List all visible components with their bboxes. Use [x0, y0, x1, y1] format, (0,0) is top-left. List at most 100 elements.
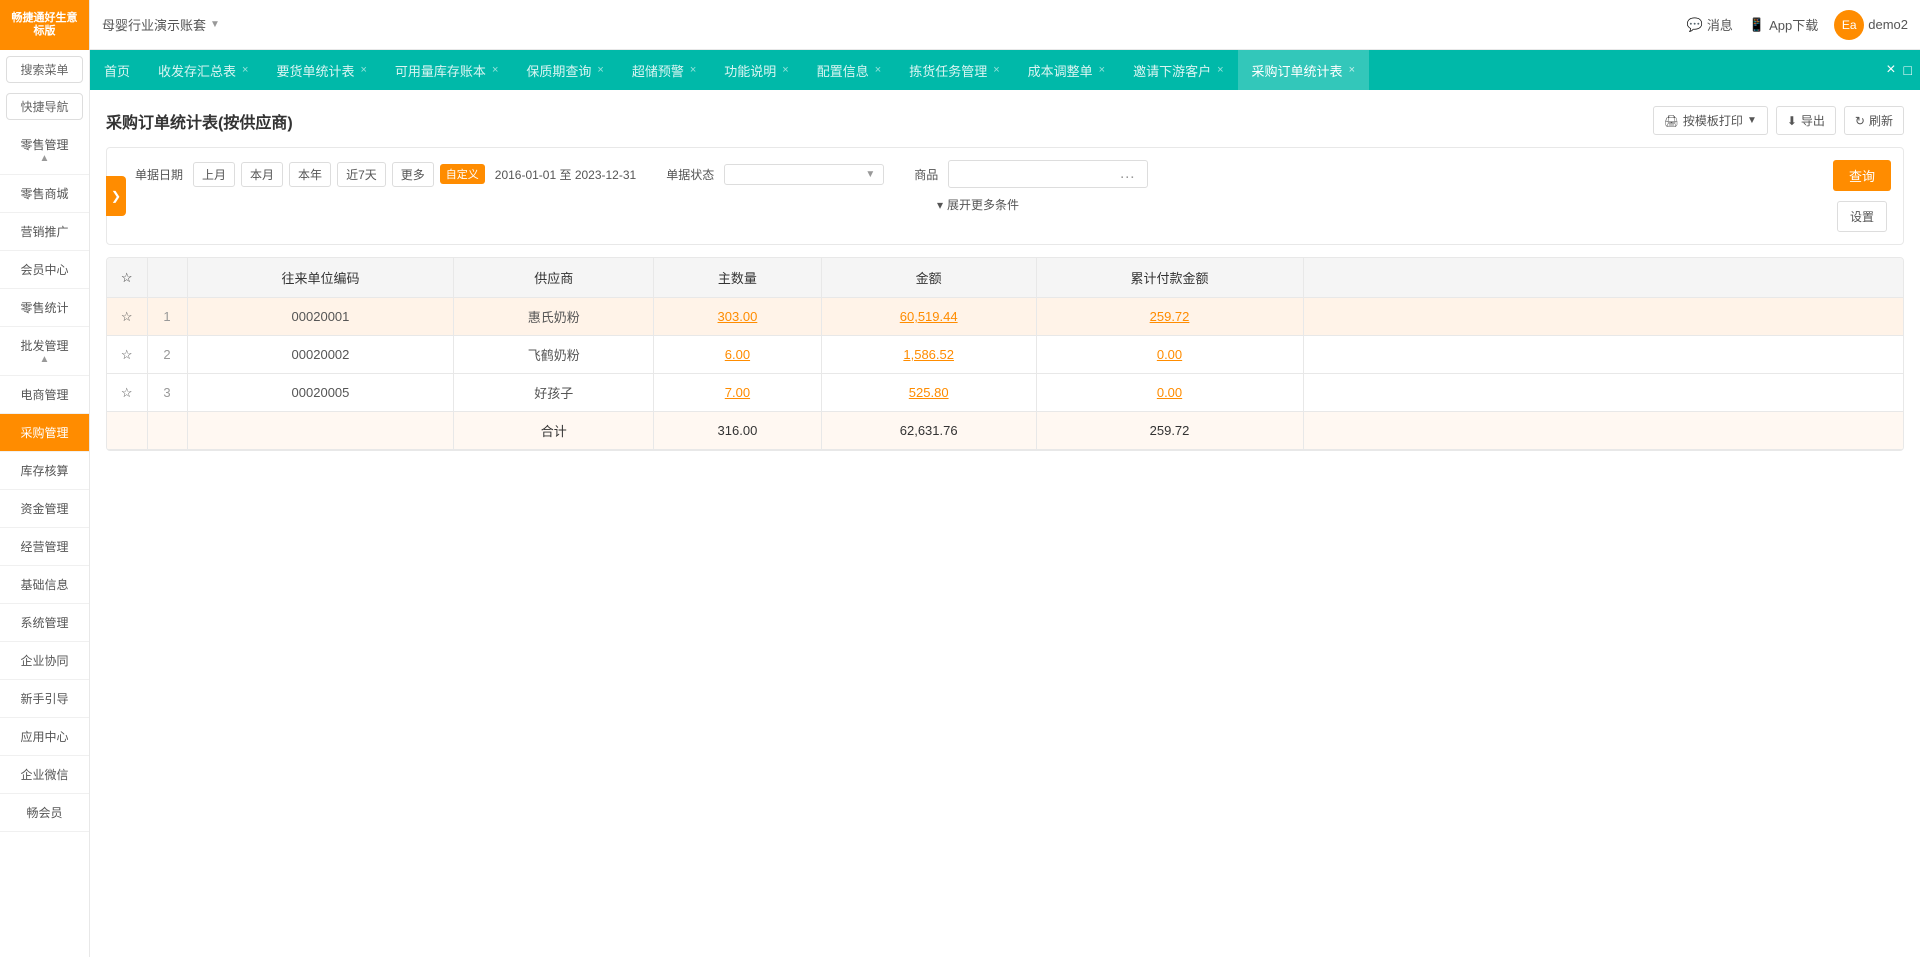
- nav-tab-pick-task[interactable]: 拣货任务管理 ×: [895, 50, 1013, 90]
- data-table-container: ☆ 往来单位编码 供应商 主数量 金额 累计付款金额 ☆ 1 0002000: [106, 257, 1904, 451]
- cell-quantity[interactable]: 7.00: [654, 374, 822, 412]
- tab-close-icon[interactable]: ×: [993, 64, 999, 76]
- goods-more-button[interactable]: …: [1115, 165, 1139, 183]
- export-button[interactable]: ⬇ 导出: [1776, 106, 1836, 135]
- sidebar-search-button[interactable]: 搜索菜单: [6, 56, 83, 83]
- sidebar-item-enterprise-wechat[interactable]: 企业微信: [0, 756, 89, 794]
- nav-tab-available-inventory[interactable]: 可用量库存账本 ×: [381, 50, 512, 90]
- cell-extra: [1303, 374, 1903, 412]
- nav-tab-function-desc[interactable]: 功能说明 ×: [710, 50, 802, 90]
- cell-star[interactable]: ☆: [107, 298, 147, 336]
- sidebar-item-new-guide[interactable]: 新手引导: [0, 680, 89, 718]
- sidebar-item-basic-info[interactable]: 基础信息: [0, 566, 89, 604]
- sidebar-item-purchase[interactable]: 采购管理: [0, 414, 89, 452]
- message-button[interactable]: 💬 消息: [1687, 15, 1733, 34]
- app-download-button[interactable]: 📱 App下载: [1749, 15, 1818, 34]
- user-avatar[interactable]: Ea demo2: [1834, 10, 1908, 40]
- nav-tab-receive-summary[interactable]: 收发存汇总表 ×: [144, 50, 262, 90]
- topbar-right: 💬 消息 📱 App下载 Ea demo2: [1687, 10, 1908, 40]
- date-this-year[interactable]: 本年: [289, 162, 331, 187]
- sidebar-item-marketing[interactable]: 营销推广: [0, 213, 89, 251]
- sidebar-item-system[interactable]: 系统管理: [0, 604, 89, 642]
- cell-paid[interactable]: 0.00: [1036, 336, 1303, 374]
- expand-filter-button[interactable]: ▾ 展开更多条件: [937, 196, 1019, 213]
- tab-close-icon[interactable]: ×: [492, 64, 498, 76]
- status-select[interactable]: ▼: [724, 164, 884, 185]
- tab-close-icon[interactable]: ×: [242, 64, 248, 76]
- nav-tab-label: 成本调整单: [1028, 61, 1093, 80]
- date-last-7-days[interactable]: 近7天: [337, 162, 386, 187]
- nav-tab-invite-downstream[interactable]: 邀请下游客户 ×: [1119, 50, 1237, 90]
- industry-selector[interactable]: 母婴行业演示账套 ▼: [102, 15, 220, 34]
- nav-tab-label: 收发存汇总表: [158, 61, 236, 80]
- tab-close-icon[interactable]: ×: [1217, 64, 1223, 76]
- tab-close-icon[interactable]: ×: [597, 64, 603, 76]
- tab-close-icon[interactable]: ×: [1349, 64, 1355, 76]
- message-icon: 💬: [1687, 17, 1703, 33]
- cell-quantity[interactable]: 6.00: [654, 336, 822, 374]
- sidebar-item-operations[interactable]: 经营管理: [0, 528, 89, 566]
- cell-amount[interactable]: 525.80: [821, 374, 1036, 412]
- sidebar-search-area[interactable]: 搜索菜单: [0, 50, 89, 89]
- tab-close-all-button[interactable]: ×: [1886, 61, 1895, 79]
- sidebar-item-retail[interactable]: 零售管理 ▲: [0, 126, 89, 175]
- goods-input[interactable]: …: [948, 160, 1148, 188]
- cell-extra: [1303, 336, 1903, 374]
- cell-paid[interactable]: 0.00: [1036, 374, 1303, 412]
- nav-tab-purchase-summary[interactable]: 采购订单统计表 ×: [1238, 50, 1369, 90]
- tab-close-icon[interactable]: ×: [875, 64, 881, 76]
- refresh-button[interactable]: ↻ 刷新: [1844, 106, 1904, 135]
- cell-quantity[interactable]: 303.00: [654, 298, 822, 336]
- tab-maximize-button[interactable]: □: [1904, 62, 1912, 78]
- sidebar-item-enterprise-collab[interactable]: 企业协同: [0, 642, 89, 680]
- nav-tab-config-info[interactable]: 配置信息 ×: [803, 50, 895, 90]
- nav-tab-requisition[interactable]: 要货单统计表 ×: [262, 50, 380, 90]
- cell-star[interactable]: ☆: [107, 374, 147, 412]
- sidebar-item-label: 批发管理: [20, 337, 68, 354]
- tab-close-icon[interactable]: ×: [690, 64, 696, 76]
- date-prev-month[interactable]: 上月: [193, 162, 235, 187]
- cell-supplier: 飞鹤奶粉: [454, 336, 654, 374]
- nav-tab-label: 邀请下游客户: [1133, 61, 1211, 80]
- tab-close-icon[interactable]: ×: [1099, 64, 1105, 76]
- sidebar-item-app-center[interactable]: 应用中心: [0, 718, 89, 756]
- sidebar-item-vip[interactable]: 畅会员: [0, 794, 89, 832]
- sidebar-item-label: 企业协同: [20, 652, 68, 669]
- nav-tab-overstock[interactable]: 超储预警 ×: [618, 50, 710, 90]
- nav-tab-home[interactable]: 首页: [90, 50, 144, 90]
- topbar: 母婴行业演示账套 ▼ 💬 消息 📱 App下载 Ea demo2: [90, 0, 1920, 50]
- sidebar-item-finance[interactable]: 资金管理: [0, 490, 89, 528]
- sidebar-item-wholesale[interactable]: 批发管理 ▲: [0, 327, 89, 376]
- th-num: [147, 258, 187, 298]
- table-header-row: ☆ 往来单位编码 供应商 主数量 金额 累计付款金额: [107, 258, 1903, 298]
- sidebar-item-retail-mall[interactable]: 零售商城: [0, 175, 89, 213]
- th-supplier: 供应商: [454, 258, 654, 298]
- date-more[interactable]: 更多: [392, 162, 434, 187]
- th-star: ☆: [107, 258, 147, 298]
- filter-toggle-button[interactable]: ❯: [106, 176, 126, 216]
- query-actions: 查询 设置: [1833, 160, 1891, 232]
- sidebar-item-label: 新手引导: [20, 690, 68, 707]
- sidebar-item-members[interactable]: 会员中心: [0, 251, 89, 289]
- cell-amount[interactable]: 1,586.52: [821, 336, 1036, 374]
- tab-close-icon[interactable]: ×: [782, 64, 788, 76]
- date-this-month[interactable]: 本月: [241, 162, 283, 187]
- tab-close-icon[interactable]: ×: [360, 64, 366, 76]
- print-button[interactable]: 🖨 按模板打印 ▼: [1653, 106, 1768, 135]
- cell-amount[interactable]: 60,519.44: [821, 298, 1036, 336]
- sidebar-quick-nav-area[interactable]: 快捷导航: [0, 89, 89, 126]
- sidebar-item-ecommerce[interactable]: 电商管理: [0, 376, 89, 414]
- nav-tab-cost-adjust[interactable]: 成本调整单 ×: [1014, 50, 1119, 90]
- nav-tab-shelf-life[interactable]: 保质期查询 ×: [512, 50, 617, 90]
- query-button[interactable]: 查询: [1833, 160, 1891, 191]
- sidebar-item-label: 基础信息: [20, 576, 68, 593]
- cell-star[interactable]: ☆: [107, 336, 147, 374]
- date-custom-badge[interactable]: 自定义: [440, 164, 485, 184]
- sidebar-item-retail-stats[interactable]: 零售统计: [0, 289, 89, 327]
- sidebar-quick-nav-button[interactable]: 快捷导航: [6, 93, 83, 120]
- cell-paid[interactable]: 259.72: [1036, 298, 1303, 336]
- sidebar-item-inventory[interactable]: 库存核算: [0, 452, 89, 490]
- nav-tab-label: 功能说明: [724, 61, 776, 80]
- settings-button[interactable]: 设置: [1837, 201, 1887, 232]
- page-title-row: 采购订单统计表(按供应商) 🖨 按模板打印 ▼ ⬇ 导出 ↻ 刷新: [106, 106, 1904, 135]
